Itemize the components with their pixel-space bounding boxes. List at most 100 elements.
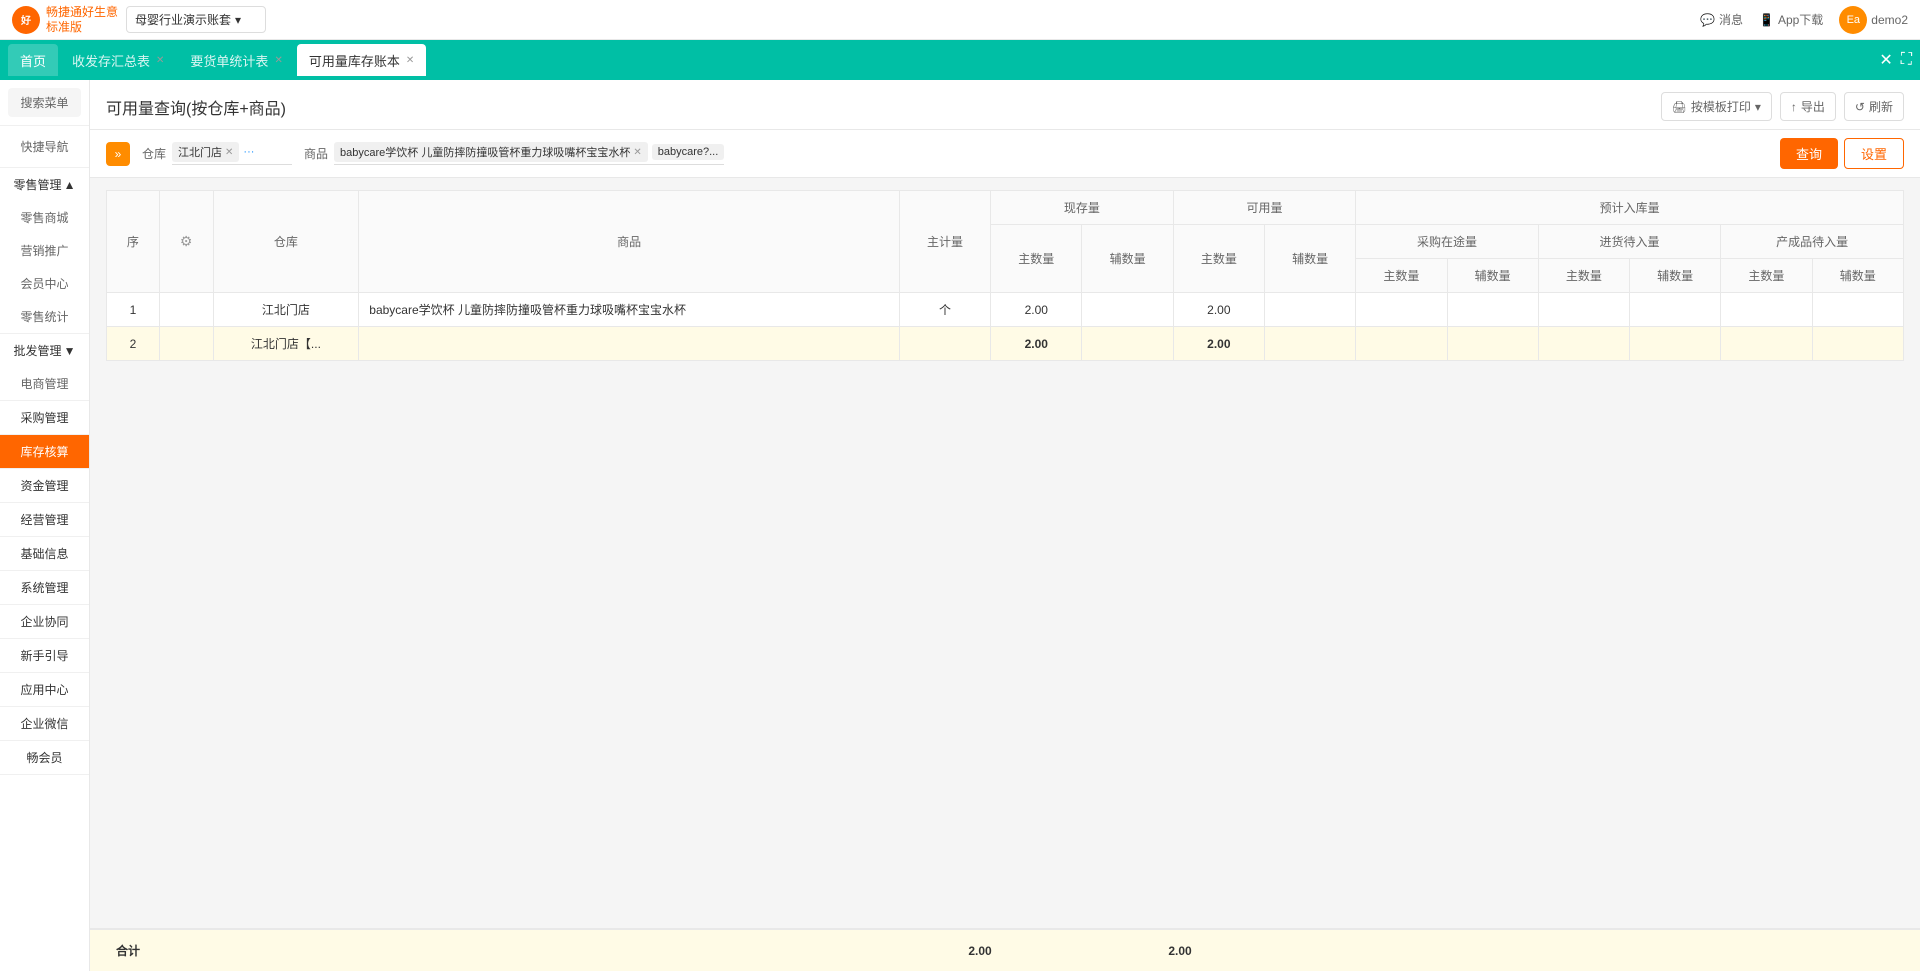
sidebar-section-finance: 资金管理 xyxy=(0,469,89,503)
top-bar: 好 畅捷通好生意 标准版 母婴行业演示账套 ▾ 💬 消息 📱 App下载 Ea … xyxy=(0,0,1920,40)
remove-warehouse-tag[interactable]: ✕ xyxy=(225,147,233,158)
sidebar-section-corpwx: 企业微信 xyxy=(0,707,89,741)
company-select[interactable]: 母婴行业演示账套 ▾ xyxy=(126,6,266,33)
sidebar-section-newbie-header[interactable]: 新手引导 xyxy=(0,639,89,672)
cell-stock-sub-1 xyxy=(1082,293,1173,327)
data-table: 序 ⚙ 仓库 商品 主计量 现存量 可用量 预计入库量 主数量 辅数量 xyxy=(106,190,1904,361)
cell-no-1: 1 xyxy=(107,293,160,327)
sidebar-section-operations-header[interactable]: 经营管理 xyxy=(0,503,89,536)
warehouse-tags: 江北门店 ✕ ··· xyxy=(172,142,292,165)
chevron-down-icon: ▼ xyxy=(64,344,76,358)
table-row: 1 江北门店 babycare学饮杯 儿童防摔防撞吸管杯重力球吸嘴杯宝宝水杯 个… xyxy=(107,293,1904,327)
settings-icon[interactable]: ⚙ xyxy=(180,233,193,249)
sidebar-search-area: 搜索菜单 xyxy=(0,80,89,126)
th-stock-main: 主数量 xyxy=(991,225,1082,293)
nav-tabs: 首页 收发存汇总表 ✕ 要货单统计表 ✕ 可用量库存账本 ✕ ✕ ⛶ xyxy=(0,40,1920,80)
search-menu-button[interactable]: 搜索菜单 xyxy=(8,88,81,117)
cell-settings-2 xyxy=(159,327,213,361)
user-action[interactable]: Ea demo2 xyxy=(1839,6,1908,34)
query-button[interactable]: 查询 xyxy=(1780,138,1838,169)
sidebar-section-wholesale: 批发管理 ▼ 电商管理 xyxy=(0,334,89,401)
cell-purchase-transit-sub-1 xyxy=(1447,293,1538,327)
sidebar-section-system-header[interactable]: 系统管理 xyxy=(0,571,89,604)
export-button[interactable]: ↑ 导出 xyxy=(1780,92,1836,121)
cell-avail-main-1: 2.00 xyxy=(1173,293,1264,327)
message-icon: 💬 xyxy=(1700,13,1715,27)
message-action[interactable]: 💬 消息 xyxy=(1700,11,1743,28)
sidebar-item-members[interactable]: 会员中心 xyxy=(0,267,89,300)
content-area: 可用量查询(按仓库+商品) 🖨 按模板打印 ▾ ↑ 导出 ↺ 刷新 » xyxy=(90,80,1920,971)
product-tags: babycare学饮杯 儿童防摔防撞吸管杯重力球吸嘴杯宝宝水杯 ✕ babyca… xyxy=(334,142,724,165)
chevron-down-icon: ▾ xyxy=(1755,100,1761,114)
th-settings: ⚙ xyxy=(159,191,213,293)
sidebar-section-retail-header[interactable]: 零售管理 ▲ xyxy=(0,168,89,201)
sidebar-section-inventory: 库存核算 xyxy=(0,435,89,469)
sidebar-section-purchase-header[interactable]: 采购管理 xyxy=(0,401,89,434)
cell-unit-2 xyxy=(899,327,990,361)
template-print-button[interactable]: 🖨 按模板打印 ▾ xyxy=(1661,92,1772,121)
sidebar-section-appcenter-header[interactable]: 应用中心 xyxy=(0,673,89,706)
close-all-icon: ✕ xyxy=(1879,50,1892,70)
cell-purchase-transit-main-2 xyxy=(1356,327,1447,361)
close-tab-order-stats[interactable]: ✕ xyxy=(274,55,282,66)
cell-avail-sub-2 xyxy=(1264,327,1355,361)
sidebar-item-ecommerce[interactable]: 电商管理 xyxy=(0,367,89,400)
th-stock-sub: 辅数量 xyxy=(1082,225,1173,293)
sidebar-section-corpwx-header[interactable]: 企业微信 xyxy=(0,707,89,740)
print-icon: 🖨 xyxy=(1672,100,1687,114)
tab-available-stock[interactable]: 可用量库存账本 ✕ xyxy=(297,44,426,76)
settings-button[interactable]: 设置 xyxy=(1844,138,1904,169)
sidebar-section-newbie: 新手引导 xyxy=(0,639,89,673)
th-avail-main: 主数量 xyxy=(1173,225,1264,293)
sidebar-section-finance-header[interactable]: 资金管理 xyxy=(0,469,89,502)
sidebar-item-quick-nav[interactable]: 快捷导航 xyxy=(0,130,89,163)
th-purchase-transit-sub: 辅数量 xyxy=(1447,259,1538,293)
sidebar-section-wholesale-header[interactable]: 批发管理 ▼ xyxy=(0,334,89,367)
close-all-tabs[interactable]: ✕ ⛶ xyxy=(1879,50,1912,70)
chevron-up-icon: ▲ xyxy=(64,178,76,192)
sidebar-section-member-header[interactable]: 畅会员 xyxy=(0,741,89,774)
cell-product-2 xyxy=(359,327,900,361)
cell-incoming-main-2 xyxy=(1538,327,1629,361)
remove-product-tag-1[interactable]: ✕ xyxy=(633,147,641,158)
page-title: 可用量查询(按仓库+商品) xyxy=(106,95,286,119)
tab-order-stats[interactable]: 要货单统计表 ✕ xyxy=(178,44,294,76)
sidebar-section-basics-header[interactable]: 基础信息 xyxy=(0,537,89,570)
tab-receive-pay[interactable]: 收发存汇总表 ✕ xyxy=(60,44,176,76)
sidebar: 搜索菜单 快捷导航 零售管理 ▲ 零售商城 营销推广 会员中心 零售统计 批发管… xyxy=(0,80,90,971)
cell-avail-main-2: 2.00 xyxy=(1173,327,1264,361)
sidebar-item-retail-shop[interactable]: 零售商城 xyxy=(0,201,89,234)
cell-incoming-sub-1 xyxy=(1630,293,1721,327)
expand-filter-button[interactable]: » xyxy=(106,142,130,166)
cell-no-2: 2 xyxy=(107,327,160,361)
sidebar-nav: 快捷导航 xyxy=(0,126,89,168)
app-icon: 📱 xyxy=(1759,13,1774,27)
app-download-action[interactable]: 📱 App下载 xyxy=(1759,11,1823,28)
warehouse-tag-jiangbei: 江北门店 ✕ xyxy=(172,142,239,162)
close-tab-available-stock[interactable]: ✕ xyxy=(406,55,414,66)
th-production-group: 产成品待入量 xyxy=(1721,225,1904,259)
page-actions: 🖨 按模板打印 ▾ ↑ 导出 ↺ 刷新 xyxy=(1661,92,1904,121)
refresh-button[interactable]: ↺ 刷新 xyxy=(1844,92,1904,121)
sidebar-section-system: 系统管理 xyxy=(0,571,89,605)
product-filter: 商品 babycare学饮杯 儿童防摔防撞吸管杯重力球吸嘴杯宝宝水杯 ✕ bab… xyxy=(304,142,724,165)
sidebar-item-retail-stats[interactable]: 零售统计 xyxy=(0,300,89,333)
th-warehouse: 仓库 xyxy=(213,191,359,293)
cell-avail-sub-1 xyxy=(1264,293,1355,327)
top-bar-right: 💬 消息 📱 App下载 Ea demo2 xyxy=(1700,6,1908,34)
close-tab-receive-pay[interactable]: ✕ xyxy=(156,55,164,66)
th-production-sub: 辅数量 xyxy=(1812,259,1903,293)
tab-home[interactable]: 首页 xyxy=(8,44,58,76)
th-avail-sub: 辅数量 xyxy=(1264,225,1355,293)
sidebar-item-inventory[interactable]: 库存核算 xyxy=(0,435,89,468)
warehouse-label: 仓库 xyxy=(142,145,166,162)
sidebar-section-member: 畅会员 xyxy=(0,741,89,775)
warehouse-more-options[interactable]: ··· xyxy=(243,146,254,158)
page-header: 可用量查询(按仓库+商品) 🖨 按模板打印 ▾ ↑ 导出 ↺ 刷新 xyxy=(90,80,1920,130)
product-tag-1: babycare学饮杯 儿童防摔防撞吸管杯重力球吸嘴杯宝宝水杯 ✕ xyxy=(334,142,648,162)
sidebar-section-enterprise-header[interactable]: 企业协同 xyxy=(0,605,89,638)
sidebar-item-marketing[interactable]: 营销推广 xyxy=(0,234,89,267)
cell-warehouse-2: 江北门店【... xyxy=(213,327,359,361)
th-production-main: 主数量 xyxy=(1721,259,1812,293)
chevron-down-icon: ▾ xyxy=(235,13,241,27)
